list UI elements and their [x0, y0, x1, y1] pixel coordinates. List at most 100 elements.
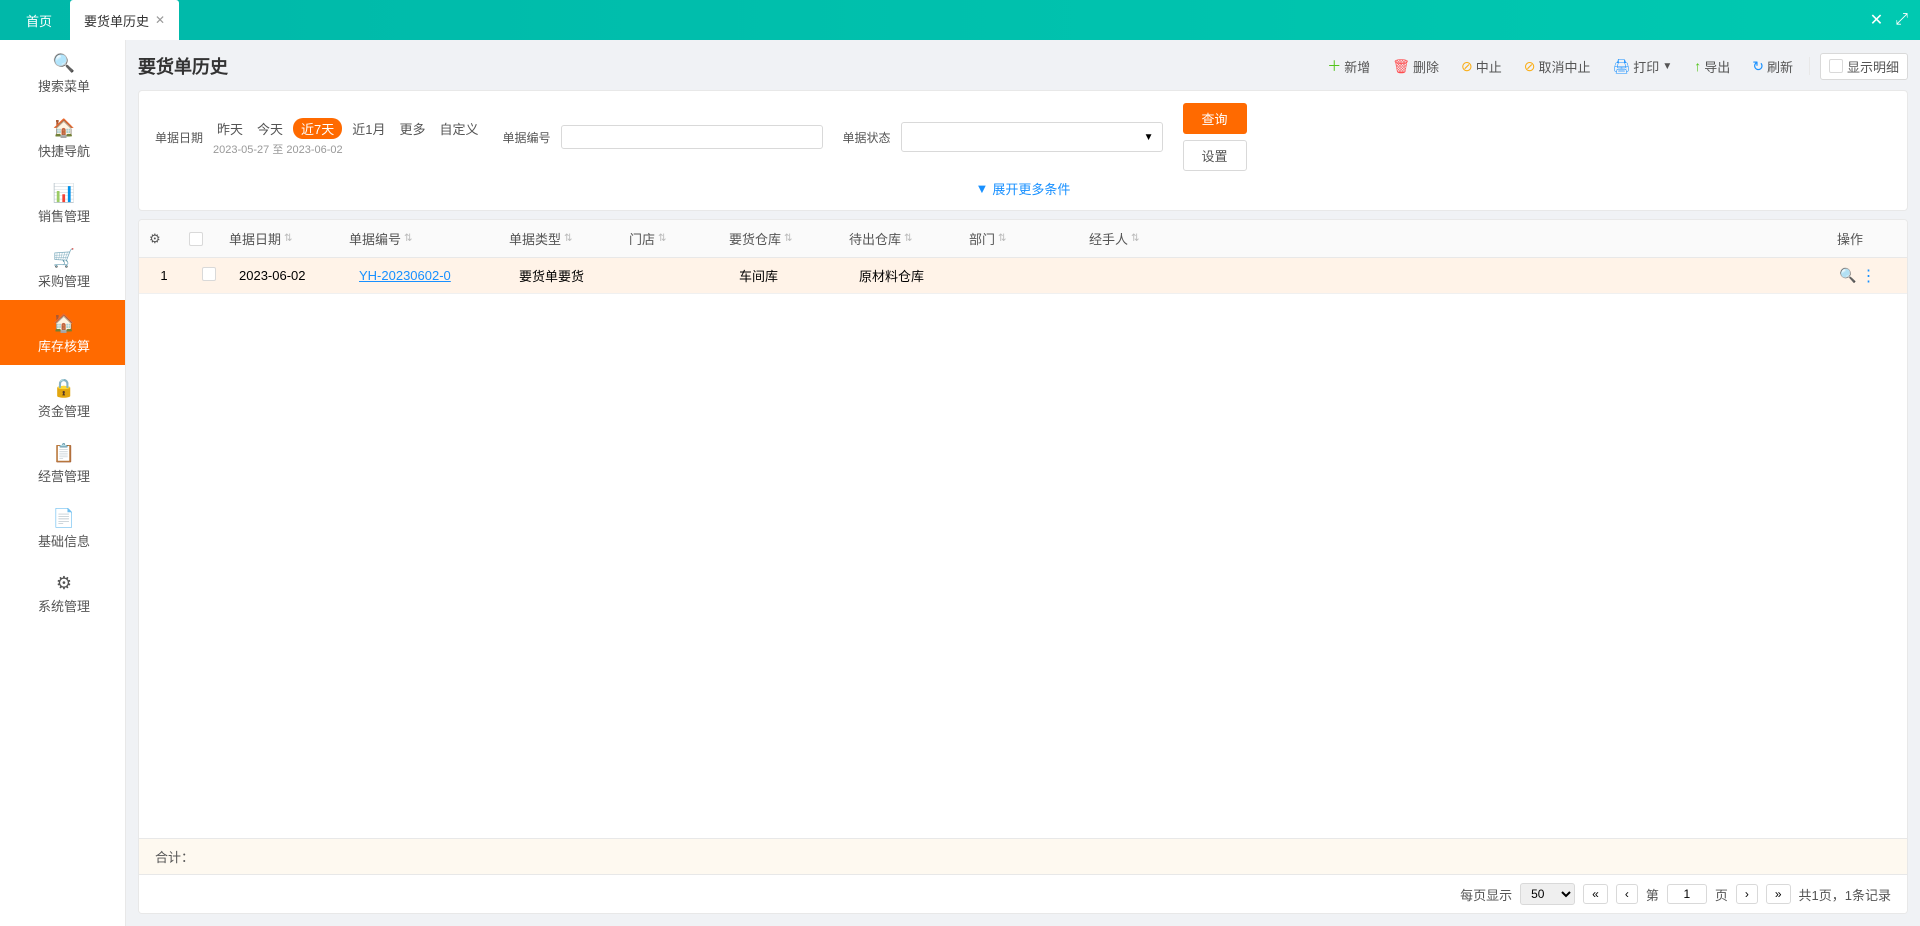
refresh-button[interactable]: ↻ 刷新	[1746, 53, 1799, 80]
page-size-select[interactable]: 10 20 50 100	[1520, 883, 1575, 905]
cancel-icon: ⊘	[1524, 58, 1536, 75]
date-shortcut-more[interactable]: 更多	[396, 118, 430, 139]
show-detail-button[interactable]: 显示明细	[1820, 53, 1908, 80]
filter-status-select[interactable]: ▼	[901, 122, 1163, 152]
cart-icon: 🛒	[53, 249, 75, 267]
row-view-icon[interactable]: 🔍	[1839, 267, 1856, 284]
th-wh2-label: 待出仓库	[849, 229, 901, 248]
row-more-icon[interactable]: ⋮	[1860, 266, 1876, 286]
row-checkbox[interactable]	[202, 267, 216, 281]
sidebar-item-system-label: 系统管理	[38, 596, 90, 615]
td-wh1: 车间库	[729, 260, 849, 291]
sidebar-item-sales[interactable]: 📊 销售管理	[0, 170, 125, 235]
sidebar-item-inventory-label: 库存核算	[38, 336, 90, 355]
page-number-input[interactable]	[1667, 884, 1707, 904]
page-header: 要货单历史 ＋ 新增 🗑 删除 ⊘ 中止 ⊘ 取消中止	[138, 52, 1908, 80]
window-close-btn[interactable]: ✕	[1870, 10, 1883, 30]
table-settings-icon[interactable]: ⚙	[149, 231, 161, 247]
th-type-label: 单据类型	[509, 229, 561, 248]
date-shortcut-7days[interactable]: 近7天	[293, 118, 342, 139]
print-dropdown-icon[interactable]: ▼	[1662, 61, 1672, 72]
sidebar-item-purchase-label: 采购管理	[38, 271, 90, 290]
cancel-stop-button[interactable]: ⊘ 取消中止	[1518, 53, 1597, 80]
th-check	[179, 224, 219, 254]
th-settings[interactable]: ⚙	[139, 223, 179, 255]
table-header: ⚙ 单据日期 ⇅ 单据编号 ⇅ 单据类型 ⇅ 门店	[139, 220, 1907, 258]
th-wh2[interactable]: 待出仓库 ⇅	[839, 221, 959, 256]
table-footer: 合计：	[139, 838, 1907, 874]
export-icon: ↑	[1694, 58, 1701, 74]
tab-history-close[interactable]: ✕	[155, 13, 165, 27]
last-page-btn[interactable]: »	[1766, 884, 1791, 904]
sidebar-item-search[interactable]: 🔍 搜索菜单	[0, 40, 125, 105]
sidebar: 🔍 搜索菜单 🏠 快捷导航 📊 销售管理 🛒 采购管理 🏠 库存核算 🔒 资金管…	[0, 40, 126, 926]
td-check[interactable]	[189, 261, 229, 290]
sort-wh2-icon: ⇅	[904, 233, 912, 244]
date-shortcut-1month[interactable]: 近1月	[348, 118, 389, 139]
tab-history[interactable]: 要货单历史 ✕	[70, 0, 179, 40]
th-no[interactable]: 单据编号 ⇅	[339, 221, 499, 256]
query-button[interactable]: 查询	[1183, 103, 1247, 134]
filter-docno-item: 单据编号	[503, 125, 823, 149]
sidebar-item-purchase[interactable]: 🛒 采购管理	[0, 235, 125, 300]
filter-docno-input[interactable]	[561, 125, 823, 149]
delete-button[interactable]: 🗑 删除	[1386, 53, 1445, 80]
date-shortcut-custom[interactable]: 自定义	[436, 118, 483, 139]
th-date[interactable]: 单据日期 ⇅	[219, 221, 339, 256]
chart-icon: 📊	[53, 184, 75, 202]
filter-date-item: 单据日期 昨天 今天 近7天 近1月 更多 自定义 2023-05-27 至 2…	[155, 118, 483, 157]
sidebar-item-nav[interactable]: 🏠 快捷导航	[0, 105, 125, 170]
date-shortcuts: 昨天 今天 近7天 近1月 更多 自定义	[213, 118, 483, 139]
print-button[interactable]: 🖨 打印 ▼	[1607, 53, 1679, 80]
th-date-label: 单据日期	[229, 229, 281, 248]
next-page-btn[interactable]: ›	[1736, 884, 1758, 904]
tab-home-label: 首页	[26, 11, 52, 30]
home-icon: 🏠	[53, 119, 75, 137]
expand-more-btn[interactable]: ▼ 展开更多条件	[155, 179, 1891, 198]
export-button[interactable]: ↑ 导出	[1688, 53, 1736, 80]
date-shortcut-today[interactable]: 今天	[253, 118, 287, 139]
sidebar-item-operation[interactable]: 📋 经营管理	[0, 430, 125, 495]
page-size-label: 每页显示	[1460, 885, 1512, 904]
th-handler-label: 经手人	[1089, 229, 1128, 248]
show-detail-label: 显示明细	[1847, 57, 1899, 76]
th-store[interactable]: 门店 ⇅	[619, 221, 719, 256]
main-layout: 🔍 搜索菜单 🏠 快捷导航 📊 销售管理 🛒 采购管理 🏠 库存核算 🔒 资金管…	[0, 40, 1920, 926]
delete-icon: 🗑	[1392, 58, 1410, 75]
stop-button[interactable]: ⊘ 中止	[1455, 53, 1508, 80]
select-all-checkbox[interactable]	[189, 232, 203, 246]
checkbox-detail[interactable]	[1829, 59, 1843, 73]
sidebar-item-basic[interactable]: 📄 基础信息	[0, 495, 125, 560]
first-page-btn[interactable]: «	[1583, 884, 1608, 904]
sort-date-icon: ⇅	[284, 233, 292, 244]
gear-icon: ⚙	[56, 574, 72, 592]
tab-home[interactable]: 首页	[12, 0, 66, 40]
filter-docno-label: 单据编号	[503, 129, 553, 146]
sort-type-icon: ⇅	[564, 233, 572, 244]
sidebar-item-inventory[interactable]: 🏠 库存核算	[0, 300, 125, 365]
th-handler[interactable]: 经手人 ⇅	[1079, 221, 1199, 256]
doc-icon: 📄	[53, 509, 75, 527]
sort-wh1-icon: ⇅	[784, 233, 792, 244]
content-area: 要货单历史 ＋ 新增 🗑 删除 ⊘ 中止 ⊘ 取消中止	[126, 40, 1920, 926]
td-seq: 1	[139, 262, 189, 289]
td-no[interactable]: YH-20230602-0	[349, 262, 509, 289]
td-store	[629, 270, 729, 282]
tab-history-label: 要货单历史	[84, 11, 149, 30]
inventory-icon: 🏠	[53, 314, 75, 332]
new-button[interactable]: ＋ 新增	[1321, 52, 1376, 80]
prev-page-btn[interactable]: ‹	[1616, 884, 1638, 904]
settings-button[interactable]: 设置	[1183, 140, 1247, 171]
refresh-label: 刷新	[1767, 57, 1793, 76]
toolbar: ＋ 新增 🗑 删除 ⊘ 中止 ⊘ 取消中止 🖨 打印	[1321, 52, 1908, 80]
top-bar: 首页 要货单历史 ✕ ✕ ⤢	[0, 0, 1920, 40]
th-wh1[interactable]: 要货仓库 ⇅	[719, 221, 839, 256]
sidebar-item-system[interactable]: ⚙ 系统管理	[0, 560, 125, 625]
date-shortcut-yesterday[interactable]: 昨天	[213, 118, 247, 139]
th-dept[interactable]: 部门 ⇅	[959, 221, 1079, 256]
th-type[interactable]: 单据类型 ⇅	[499, 221, 619, 256]
window-maximize-btn[interactable]: ⤢	[1895, 11, 1908, 29]
th-ops: 操作	[1827, 221, 1907, 256]
filter-dates: 昨天 今天 近7天 近1月 更多 自定义 2023-05-27 至 2023-0…	[213, 118, 483, 157]
sidebar-item-finance[interactable]: 🔒 资金管理	[0, 365, 125, 430]
